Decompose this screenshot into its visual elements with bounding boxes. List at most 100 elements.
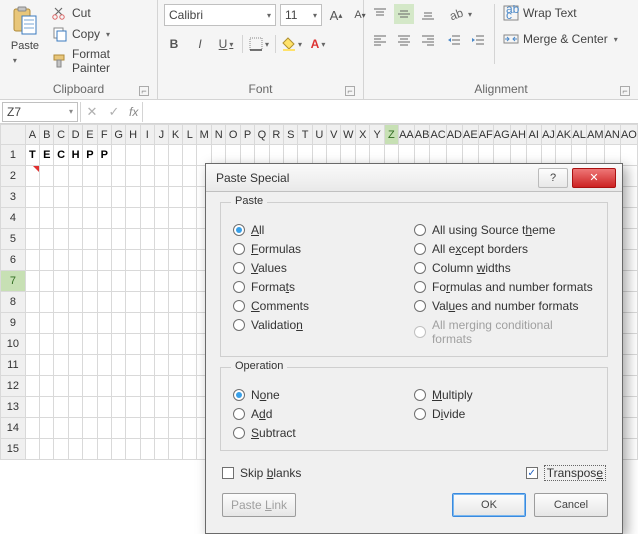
cell[interactable] [83, 397, 97, 418]
cell[interactable] [97, 313, 111, 334]
radio-option[interactable]: Divide [414, 407, 595, 421]
cell[interactable] [140, 397, 154, 418]
insert-function-button[interactable]: fx [125, 105, 142, 119]
cell[interactable] [183, 334, 197, 355]
column-header[interactable]: T [298, 125, 312, 145]
cancel-button[interactable]: Cancel [534, 493, 608, 517]
cell[interactable] [40, 355, 54, 376]
name-box[interactable]: Z7▾ [2, 102, 78, 122]
transpose-checkbox[interactable]: ✓ Transpose [526, 465, 606, 481]
cell[interactable] [40, 376, 54, 397]
cell[interactable] [126, 271, 140, 292]
cell[interactable] [83, 271, 97, 292]
cell[interactable] [68, 292, 82, 313]
align-left-button[interactable] [370, 30, 390, 50]
dialog-titlebar[interactable]: Paste Special ? ✕ [206, 164, 622, 192]
paste-button[interactable]: Paste▾ [6, 4, 44, 68]
column-header[interactable]: X [356, 125, 370, 145]
cell[interactable] [111, 166, 125, 187]
column-header[interactable]: L [183, 125, 197, 145]
radio-option[interactable]: Add [233, 407, 414, 421]
cell[interactable] [68, 355, 82, 376]
cell[interactable] [97, 397, 111, 418]
dialog-launcher-icon[interactable]: ⌐ [620, 86, 630, 96]
cell[interactable] [83, 418, 97, 439]
cell[interactable] [140, 166, 154, 187]
cell[interactable] [183, 355, 197, 376]
font-size-combo[interactable]: 11▾ [280, 4, 322, 26]
cell[interactable] [54, 439, 68, 460]
cell[interactable] [140, 355, 154, 376]
cell[interactable] [168, 376, 182, 397]
column-header[interactable]: AC [430, 125, 446, 145]
cell[interactable] [168, 271, 182, 292]
cell[interactable] [168, 187, 182, 208]
cell[interactable] [54, 187, 68, 208]
column-header[interactable]: V [327, 125, 341, 145]
cell[interactable] [183, 166, 197, 187]
borders-button[interactable]: ▾ [249, 34, 269, 54]
font-color-button[interactable]: A▾ [308, 34, 328, 54]
row-header[interactable]: 9 [1, 313, 26, 334]
column-header[interactable]: AK [556, 125, 572, 145]
cell[interactable] [126, 145, 140, 166]
cell[interactable] [54, 334, 68, 355]
cell[interactable] [154, 166, 168, 187]
cell[interactable] [111, 292, 125, 313]
align-center-button[interactable] [394, 30, 414, 50]
cell[interactable] [25, 418, 39, 439]
cell[interactable] [183, 145, 197, 166]
dialog-launcher-icon[interactable]: ⌐ [345, 86, 355, 96]
column-header[interactable]: U [312, 125, 326, 145]
align-top-button[interactable] [370, 4, 390, 24]
cell[interactable] [83, 208, 97, 229]
cell[interactable] [40, 229, 54, 250]
cell[interactable] [168, 145, 182, 166]
cell[interactable] [68, 208, 82, 229]
cell[interactable] [183, 418, 197, 439]
row-header[interactable]: 2 [1, 166, 26, 187]
cell[interactable] [140, 271, 154, 292]
cell[interactable] [68, 418, 82, 439]
cell[interactable] [54, 376, 68, 397]
cell[interactable] [25, 355, 39, 376]
formula-input[interactable] [142, 102, 638, 122]
cell[interactable] [25, 250, 39, 271]
cell[interactable] [154, 439, 168, 460]
row-header[interactable]: 1 [1, 145, 26, 166]
cell[interactable] [126, 334, 140, 355]
radio-option[interactable]: Column widths [414, 261, 595, 275]
radio-option[interactable]: All using Source theme [414, 223, 595, 237]
cell[interactable] [126, 250, 140, 271]
cell[interactable]: H [68, 145, 82, 166]
column-header[interactable]: Z [384, 125, 398, 145]
column-header[interactable]: G [111, 125, 125, 145]
cancel-formula-button[interactable]: ✕ [81, 104, 103, 120]
cell[interactable] [111, 250, 125, 271]
radio-option[interactable]: None [233, 388, 414, 402]
column-header[interactable]: AE [463, 125, 479, 145]
cell[interactable] [183, 271, 197, 292]
cell[interactable] [83, 334, 97, 355]
cell[interactable] [97, 334, 111, 355]
cell[interactable] [183, 250, 197, 271]
cell[interactable] [97, 376, 111, 397]
column-header[interactable]: P [240, 125, 254, 145]
radio-option[interactable]: Values and number formats [414, 299, 595, 313]
cell[interactable] [40, 250, 54, 271]
cell[interactable] [68, 376, 82, 397]
cell[interactable] [97, 292, 111, 313]
cut-button[interactable]: Cut [50, 4, 151, 22]
cell[interactable] [25, 376, 39, 397]
cell[interactable] [183, 292, 197, 313]
cell[interactable] [40, 418, 54, 439]
help-button[interactable]: ? [538, 168, 568, 188]
cell[interactable] [140, 145, 154, 166]
cell[interactable] [40, 208, 54, 229]
cell[interactable] [111, 313, 125, 334]
cell[interactable] [183, 376, 197, 397]
cell[interactable] [54, 208, 68, 229]
cell[interactable] [54, 313, 68, 334]
cell[interactable] [54, 271, 68, 292]
cell[interactable] [97, 229, 111, 250]
